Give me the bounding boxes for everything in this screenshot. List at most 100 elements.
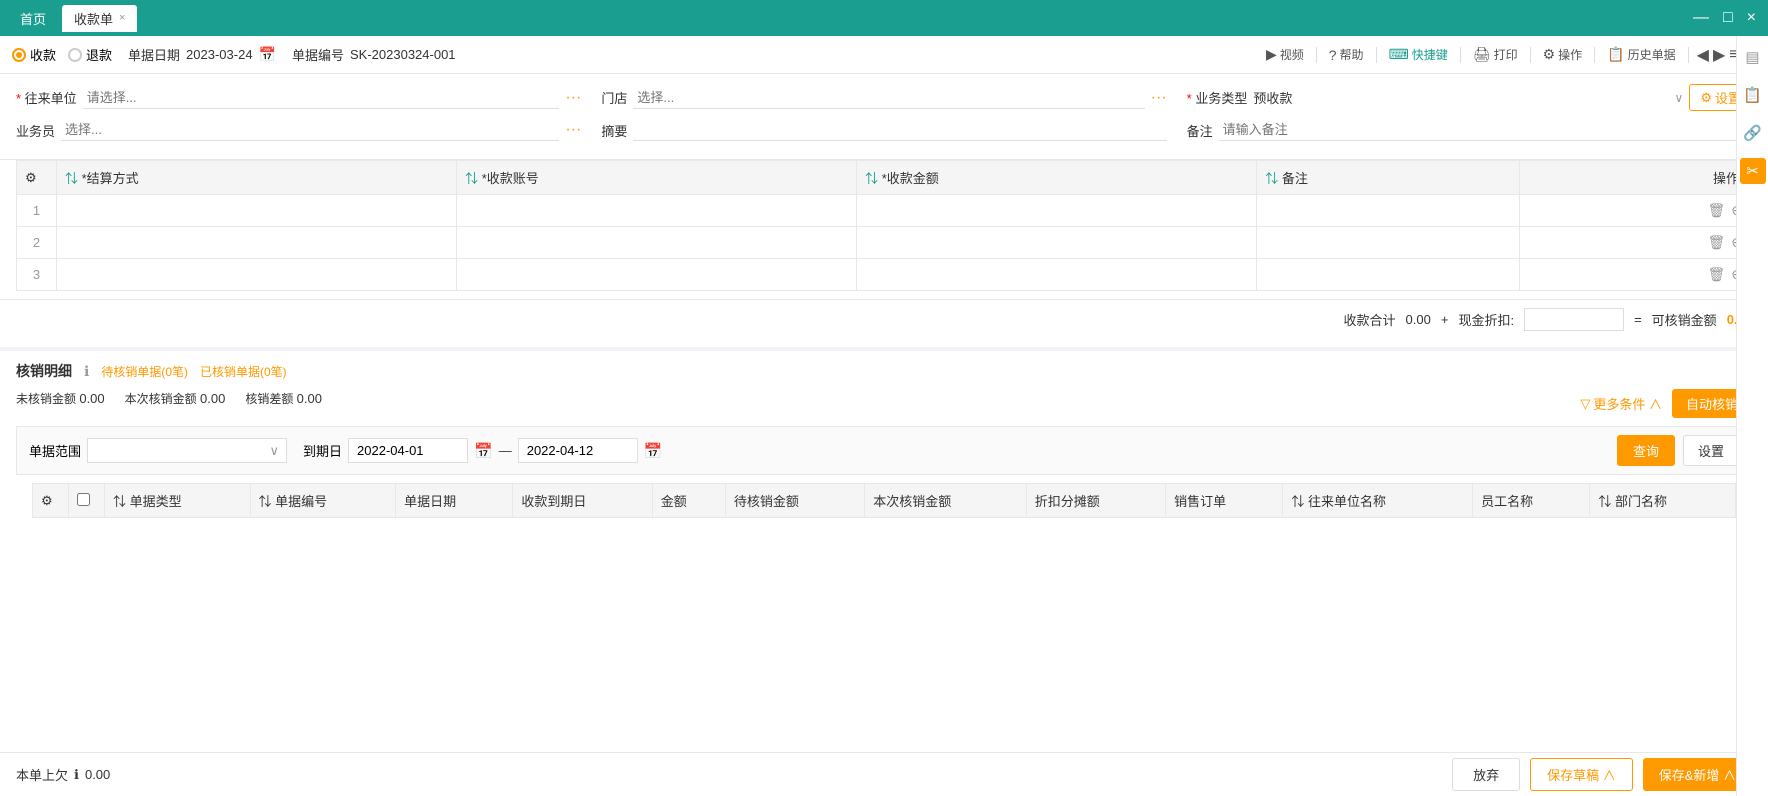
- cell-account-3[interactable]: [457, 259, 857, 291]
- stat-pending-value: 0.00: [79, 391, 104, 406]
- bth-amount: 金额: [652, 484, 725, 518]
- bth-number: ⇅ 单据编号: [250, 484, 396, 518]
- cell-amount-1[interactable]: [857, 195, 1257, 227]
- cell-account-2[interactable]: [457, 227, 857, 259]
- due-date-label: 到期日: [303, 441, 342, 460]
- equals-label: =: [1634, 312, 1642, 327]
- video-action[interactable]: ▶ 视频: [1262, 44, 1308, 65]
- verifiable-label: 可核销金额: [1652, 310, 1717, 329]
- staff-input[interactable]: [61, 119, 559, 141]
- number-field: 单据编号 SK-20230324-001: [292, 45, 456, 64]
- save-draft-btn[interactable]: 保存草稿 ∧: [1530, 758, 1633, 791]
- veri-title: 核销明细: [16, 361, 72, 381]
- footer-info-icon[interactable]: ℹ: [74, 767, 79, 783]
- close-btn[interactable]: ×: [1743, 7, 1760, 29]
- ops-icon: ⚙: [1543, 46, 1556, 63]
- row-num-3: 3: [17, 259, 57, 291]
- help-action[interactable]: ? 帮助: [1325, 44, 1368, 65]
- store-input[interactable]: [633, 87, 1144, 109]
- business-type-arrow[interactable]: ∨: [1675, 91, 1684, 105]
- cal-from-btn[interactable]: 📅: [474, 442, 493, 460]
- radio-refund[interactable]: 退款: [68, 45, 112, 64]
- cell-remark-1[interactable]: [1257, 195, 1520, 227]
- bth-pending-amount: 待核销金额: [725, 484, 864, 518]
- veri-stats: 未核销金额 0.00 本次核销金额 0.00 核销差额 0.00: [16, 390, 322, 407]
- more-conditions-btn[interactable]: ▽ 更多条件 ∧: [1580, 394, 1662, 413]
- nav-home[interactable]: 首页: [8, 5, 58, 32]
- cell-settlement-3[interactable]: [57, 259, 457, 291]
- bth-gear[interactable]: ⚙: [33, 484, 69, 518]
- filter-settings-btn[interactable]: 设置: [1683, 435, 1739, 466]
- cell-account-1[interactable]: [457, 195, 857, 227]
- bth-checkbox[interactable]: [69, 484, 105, 518]
- settings-icon: ⚙: [1700, 90, 1712, 106]
- print-action[interactable]: 🖨 打印: [1469, 44, 1522, 65]
- prev-layout-icon[interactable]: ◀: [1697, 45, 1709, 65]
- counterparty-input[interactable]: [83, 87, 560, 109]
- more-conditions-label: 更多条件 ∧: [1593, 394, 1662, 413]
- cell-settlement-2[interactable]: [57, 227, 457, 259]
- form-row-1: 往来单位 ··· 门店 ··· 业务类型 预收款 ∨ ⚙ 设置: [16, 84, 1752, 111]
- delete-icon-2[interactable]: 🗑: [1707, 234, 1725, 251]
- sidebar-link-icon[interactable]: 🔗: [1740, 120, 1766, 146]
- summary-input[interactable]: [633, 119, 1166, 141]
- next-layout-icon[interactable]: ▶: [1713, 45, 1725, 65]
- header-right: ▶ 视频 ? 帮助 ⌨ 快捷键 🖨 打印 ⚙ 操作 📋 历史单据 ◀ ▶ ≡ ⊞: [1262, 44, 1756, 65]
- due-date-to[interactable]: [518, 438, 638, 463]
- history-action[interactable]: 📋 历史单据: [1603, 44, 1679, 65]
- minimize-btn[interactable]: —: [1689, 7, 1713, 29]
- delete-icon-3[interactable]: 🗑: [1707, 266, 1725, 283]
- cell-amount-2[interactable]: [857, 227, 1257, 259]
- verification-section: 核销明细 ℹ 待核销单据(0笔) 已核销单据(0笔) 未核销金额 0.00 本次…: [0, 347, 1768, 752]
- shortcut-action[interactable]: ⌨ 快捷键: [1385, 44, 1452, 65]
- bth-type: ⇅ 单据类型: [105, 484, 251, 518]
- nav-tab-close[interactable]: ×: [119, 12, 125, 24]
- form-row-2: 业务员 ··· 摘要 备注: [16, 119, 1752, 141]
- bth-sales-order: 销售订单: [1166, 484, 1283, 518]
- maximize-btn[interactable]: □: [1719, 7, 1737, 29]
- remark-input[interactable]: [1219, 119, 1752, 141]
- store-more-icon[interactable]: ···: [1151, 89, 1167, 107]
- bth-dept-name: ⇅ 部门名称: [1590, 484, 1736, 518]
- bth-dept-sort[interactable]: ⇅: [1598, 494, 1611, 509]
- cell-remark-3[interactable]: [1257, 259, 1520, 291]
- th-remark: ⇅ 备注: [1257, 161, 1520, 195]
- bth-type-sort[interactable]: ⇅: [113, 494, 126, 509]
- abandon-btn[interactable]: 放弃: [1452, 758, 1520, 791]
- discount-input[interactable]: [1524, 308, 1624, 331]
- nav-tab-receipts[interactable]: 收款单 ×: [62, 5, 137, 32]
- summary-row: 收款合计 0.00 + 现金折扣: = 可核销金额 0.00: [0, 299, 1768, 339]
- veri-info-icon[interactable]: ℹ: [84, 363, 89, 380]
- bth-number-sort[interactable]: ⇅: [259, 494, 272, 509]
- select-all-checkbox[interactable]: [77, 493, 90, 506]
- sidebar-table-icon[interactable]: ▤: [1740, 44, 1766, 70]
- due-date-from[interactable]: [348, 438, 468, 463]
- completed-tab[interactable]: 已核销单据(0笔): [200, 363, 287, 380]
- query-btn[interactable]: 查询: [1617, 435, 1675, 466]
- pending-tab[interactable]: 待核销单据(0笔): [101, 363, 188, 380]
- summary-label: 摘要: [601, 121, 627, 140]
- business-type-label: 业务类型: [1187, 88, 1248, 107]
- radio-receipt[interactable]: 收款: [12, 45, 56, 64]
- sidebar-scissors-icon[interactable]: ✂: [1740, 158, 1766, 184]
- filter-dash: —: [499, 443, 512, 458]
- counterparty-more-icon[interactable]: ···: [565, 89, 581, 107]
- bth-discount: 折扣分摊额: [1026, 484, 1165, 518]
- ops-action[interactable]: ⚙ 操作: [1539, 44, 1587, 65]
- bth-party-sort[interactable]: ⇅: [1291, 494, 1304, 509]
- cell-amount-3[interactable]: [857, 259, 1257, 291]
- history-icon: 📋: [1607, 46, 1624, 63]
- staff-more-icon[interactable]: ···: [565, 121, 581, 139]
- staff-field: 业务员 ···: [16, 119, 581, 141]
- delete-icon-1[interactable]: 🗑: [1707, 202, 1725, 219]
- sidebar-doc-icon[interactable]: 📋: [1740, 82, 1766, 108]
- cal-to-btn[interactable]: 📅: [644, 442, 663, 460]
- cell-settlement-1[interactable]: [57, 195, 457, 227]
- summary-field: 摘要: [601, 119, 1166, 141]
- range-select[interactable]: [87, 438, 287, 463]
- window-controls: — □ ×: [1689, 7, 1760, 29]
- cell-remark-2[interactable]: [1257, 227, 1520, 259]
- calendar-icon[interactable]: 📅: [259, 46, 276, 63]
- th-gear[interactable]: ⚙: [17, 161, 57, 195]
- form-section: 往来单位 ··· 门店 ··· 业务类型 预收款 ∨ ⚙ 设置 业务员: [0, 74, 1768, 160]
